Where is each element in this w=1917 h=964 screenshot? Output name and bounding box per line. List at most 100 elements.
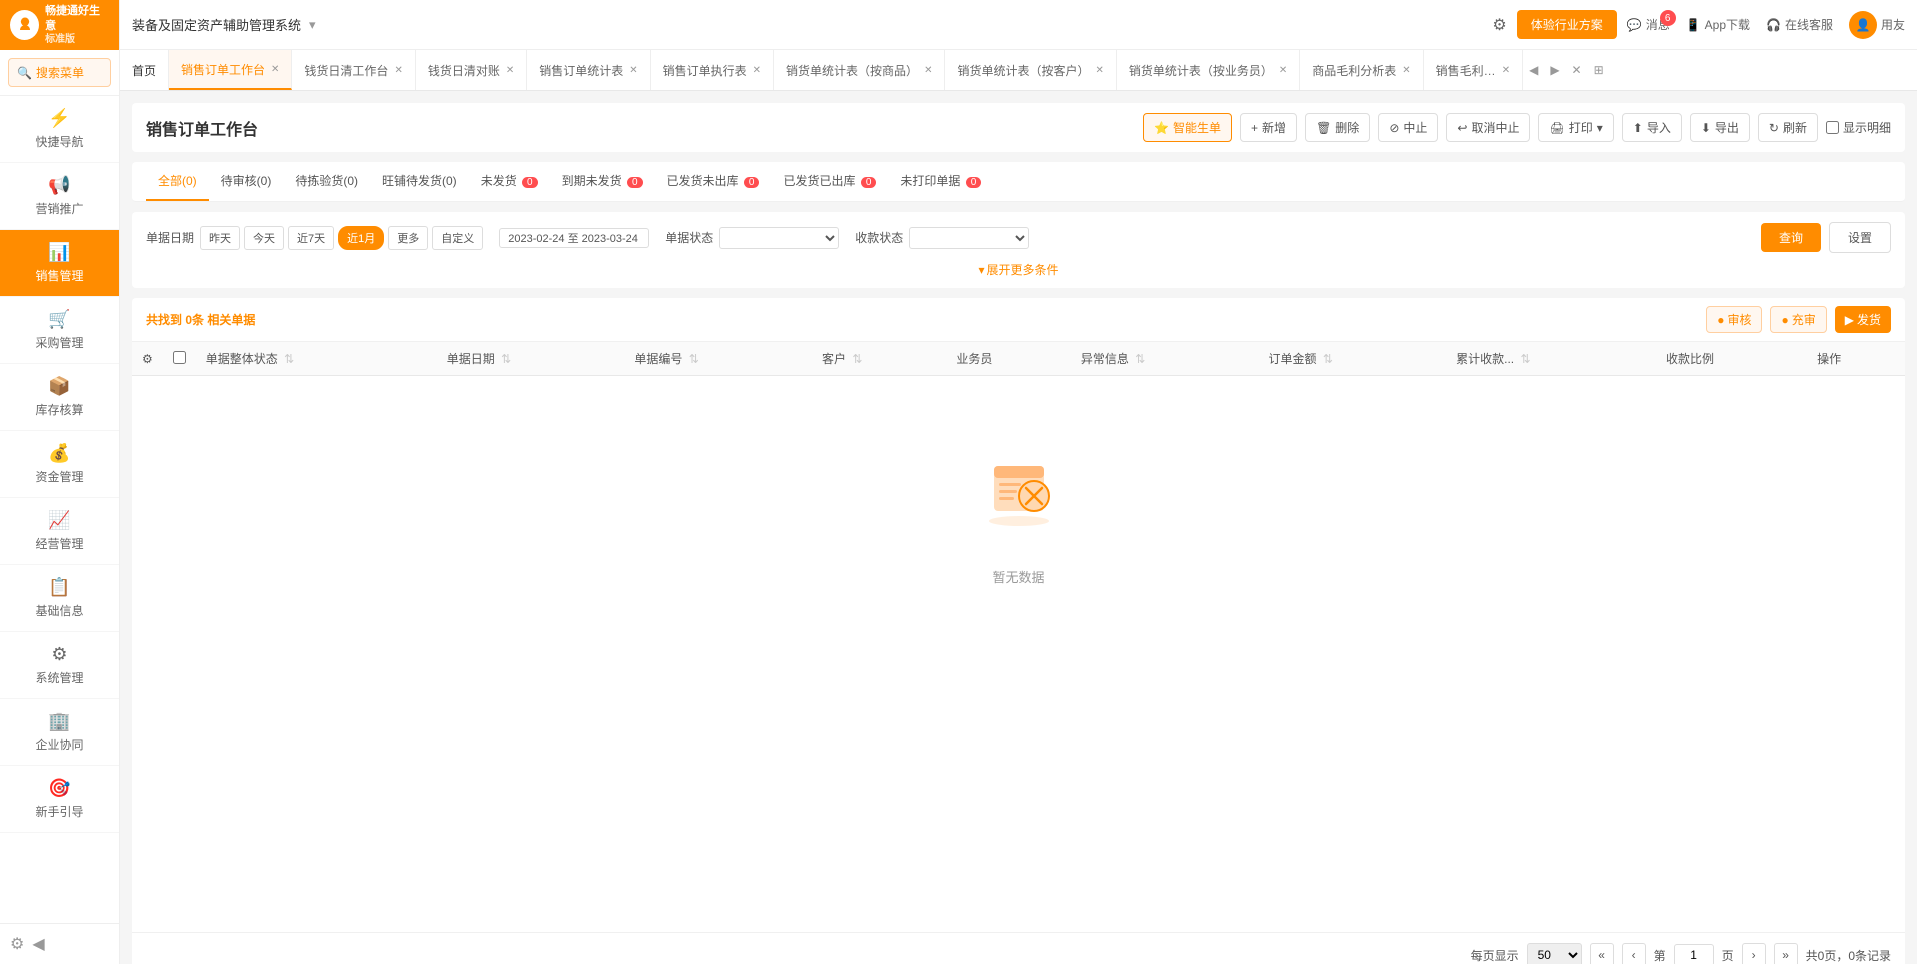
next-page-button[interactable]: › <box>1742 943 1766 964</box>
filter-tab-shipped-out[interactable]: 已发货已出库 0 <box>771 162 888 201</box>
topbar-settings-icon[interactable]: ⚙ <box>1492 15 1506 35</box>
tab-money-daily[interactable]: 钱货日清工作台 ✕ <box>292 50 415 90</box>
tab-home[interactable]: 首页 <box>120 50 169 90</box>
tab-close-money-daily[interactable]: ✕ <box>394 65 402 76</box>
filter-tab-pending-inspection[interactable]: 待拣验货(0) <box>283 162 370 201</box>
select-all-checkbox[interactable] <box>173 351 186 364</box>
tab-sales-execute[interactable]: 销售订单执行表 ✕ <box>651 50 774 90</box>
tabs-close-button[interactable]: ✕ <box>1566 50 1588 90</box>
tab-money-daily-reconcile[interactable]: 钱货日清对账 ✕ <box>416 50 527 90</box>
show-detail-checkbox[interactable] <box>1826 121 1839 134</box>
sort-anomaly-icon[interactable]: ⇅ <box>1135 352 1145 366</box>
tab-sales-by-salesperson[interactable]: 销货单统计表（按业务员） ✕ <box>1117 50 1300 90</box>
tab-close-sales-stats[interactable]: ✕ <box>629 65 637 76</box>
first-page-button[interactable]: « <box>1590 943 1614 964</box>
date-btn-yesterday[interactable]: 昨天 <box>200 226 240 250</box>
tabs-expand-button[interactable]: ⊞ <box>1588 50 1610 90</box>
sidebar-item-guide[interactable]: 🎯 新手引导 <box>0 766 119 833</box>
sidebar-item-marketing[interactable]: 📢 营销推广 <box>0 163 119 230</box>
date-range-input[interactable] <box>499 228 649 248</box>
date-btn-custom[interactable]: 自定义 <box>432 226 483 250</box>
sidebar-item-system[interactable]: ⚙ 系统管理 <box>0 632 119 699</box>
add-button[interactable]: + 新增 <box>1240 113 1297 142</box>
tab-close-by-salesperson[interactable]: ✕ <box>1279 65 1287 76</box>
sidebar-item-quick-nav[interactable]: ⚡ 快捷导航 <box>0 96 119 163</box>
tab-sales-by-product[interactable]: 销货单统计表（按商品） ✕ <box>774 50 945 90</box>
stop-icon: ⊘ <box>1389 121 1399 135</box>
app-download-button[interactable]: 📱 App下载 <box>1686 16 1750 33</box>
tab-close-execute[interactable]: ✕ <box>753 65 761 76</box>
sort-date-icon[interactable]: ⇅ <box>501 352 511 366</box>
filter-tab-wangpu-pending[interactable]: 旺铺待发货(0) <box>370 162 469 201</box>
sort-amount-icon[interactable]: ⇅ <box>1323 352 1333 366</box>
tab-close-by-product[interactable]: ✕ <box>924 65 932 76</box>
tab-sales-order-workbench[interactable]: 销售订单工作台 ✕ <box>169 50 292 90</box>
filter-tab-shipped-not-out[interactable]: 已发货未出库 0 <box>655 162 772 201</box>
refresh-button[interactable]: ↻ 刷新 <box>1758 113 1818 142</box>
tab-sales-profit[interactable]: 销售毛利… ✕ <box>1424 50 1523 90</box>
setting-button[interactable]: 设置 <box>1829 222 1891 253</box>
tab-close-by-customer[interactable]: ✕ <box>1095 65 1103 76</box>
tab-close-reconcile[interactable]: ✕ <box>506 65 514 76</box>
tab-close-sales-order[interactable]: ✕ <box>271 64 279 75</box>
tabs-next-button[interactable]: ▶ <box>1544 50 1565 90</box>
solution-button[interactable]: 体验行业方案 <box>1517 10 1617 39</box>
date-btn-7days[interactable]: 近7天 <box>288 226 334 250</box>
export-button[interactable]: ⬇ 导出 <box>1690 113 1750 142</box>
status-select[interactable] <box>719 227 839 249</box>
search-menu-button[interactable]: 🔍 搜索菜单 <box>8 58 111 87</box>
payment-select[interactable] <box>909 227 1029 249</box>
sort-overall-status-icon[interactable]: ⇅ <box>284 352 294 366</box>
cancel-stop-button[interactable]: ↩ 取消中止 <box>1446 113 1530 142</box>
sidebar-collapse-button[interactable]: ◀ <box>32 934 44 954</box>
approve-button[interactable]: ● 审核 <box>1706 306 1762 333</box>
date-btn-more[interactable]: 更多 <box>388 226 428 250</box>
tab-close-profit[interactable]: ✕ <box>1402 65 1410 76</box>
online-service-button[interactable]: 🎧 在线客服 <box>1766 16 1833 33</box>
date-btn-1month[interactable]: 近1月 <box>338 226 384 250</box>
sidebar-item-finance[interactable]: 💰 资金管理 <box>0 431 119 498</box>
filter-tab-overdue-not-shipped[interactable]: 到期未发货 0 <box>550 162 655 201</box>
filter-tab-pending-review[interactable]: 待审核(0) <box>209 162 284 201</box>
sidebar-item-enterprise[interactable]: 🏢 企业协同 <box>0 699 119 766</box>
th-checkbox[interactable] <box>163 342 196 376</box>
user-menu-button[interactable]: 👤 用友 <box>1849 11 1905 39</box>
system-title-dropdown[interactable]: ▾ <box>309 17 316 33</box>
tab-sales-by-customer[interactable]: 销货单统计表（按客户） ✕ <box>945 50 1116 90</box>
sort-customer-icon[interactable]: ⇅ <box>852 352 862 366</box>
ship-button[interactable]: ▶ 发货 <box>1835 306 1891 333</box>
delete-button[interactable]: 🗑 删除 <box>1305 113 1370 142</box>
sidebar-item-purchase[interactable]: 🛒 采购管理 <box>0 297 119 364</box>
search-button[interactable]: 查询 <box>1761 223 1821 252</box>
tab-profit-analysis[interactable]: 商品毛利分析表 ✕ <box>1300 50 1423 90</box>
stop-button[interactable]: ⊘ 中止 <box>1378 113 1438 142</box>
print-button[interactable]: 🖨 打印 ▾ <box>1538 113 1613 142</box>
message-button[interactable]: 💬 消息 6 <box>1627 16 1670 33</box>
date-btn-today[interactable]: 今天 <box>244 226 284 250</box>
sidebar-item-operations[interactable]: 📈 经营管理 <box>0 498 119 565</box>
tabs-prev-button[interactable]: ◀ <box>1523 50 1544 90</box>
expand-more-conditions-button[interactable]: ▾ 展开更多条件 <box>978 261 1058 278</box>
sidebar-item-sales[interactable]: 📊 销售管理 <box>0 230 119 297</box>
filter-tab-all[interactable]: 全部(0) <box>146 162 209 201</box>
filter-tab-not-shipped[interactable]: 未发货 0 <box>469 162 550 201</box>
unapprove-button[interactable]: ● 充审 <box>1770 306 1826 333</box>
sidebar-item-inventory[interactable]: 📦 库存核算 <box>0 364 119 431</box>
page-number-input[interactable] <box>1674 944 1714 964</box>
sort-payment-icon[interactable]: ⇅ <box>1520 352 1530 366</box>
page-size-select[interactable]: 50 20 100 <box>1527 943 1582 964</box>
table-scroll-container[interactable]: ⚙ 单据整体状态 ⇅ 单据日期 ⇅ <box>132 342 1905 932</box>
import-button[interactable]: ⬆ 导入 <box>1622 113 1682 142</box>
smart-create-button[interactable]: ⭐ 智能生单 <box>1143 113 1232 142</box>
show-detail-checkbox-label[interactable]: 显示明细 <box>1826 119 1891 136</box>
sidebar-item-base-info[interactable]: 📋 基础信息 <box>0 565 119 632</box>
prev-page-button[interactable]: ‹ <box>1622 943 1646 964</box>
sort-number-icon[interactable]: ⇅ <box>689 352 699 366</box>
inventory-icon: 📦 <box>48 376 70 397</box>
th-config[interactable]: ⚙ <box>132 342 163 376</box>
tab-sales-stats[interactable]: 销售订单统计表 ✕ <box>527 50 650 90</box>
last-page-button[interactable]: » <box>1774 943 1798 964</box>
sidebar-settings-button[interactable]: ⚙ <box>10 934 24 954</box>
filter-tab-not-printed[interactable]: 未打印单据 0 <box>888 162 993 201</box>
tab-close-sales-profit[interactable]: ✕ <box>1502 65 1510 76</box>
